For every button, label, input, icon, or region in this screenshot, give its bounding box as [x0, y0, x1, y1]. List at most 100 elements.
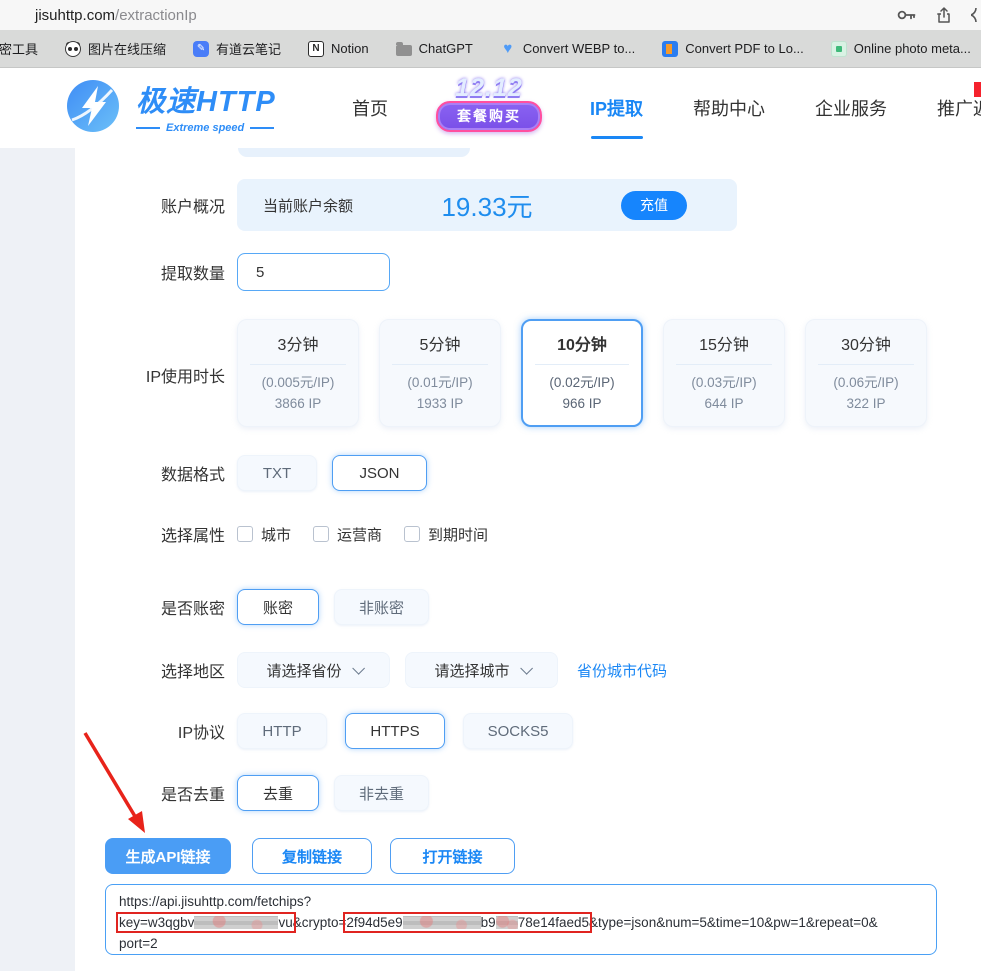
format-row: 数据格式 TXT JSON [75, 455, 981, 491]
actions-row: 生成API链接 复制链接 打开链接 [105, 838, 981, 874]
promo-label: 套餐购买 [436, 101, 542, 132]
nav-item-home[interactable]: 首页 [350, 89, 390, 127]
duration-row: IP使用时长 3分钟 (0.005元/IP) 3866 IP 5分钟 (0.01元… [75, 319, 981, 427]
extraction-form: 账户概况 当前账户余额 19.33元 充值 提取数量 IP使用时长 3分钟 (0… [75, 148, 981, 971]
protocol-row: IP协议 HTTP HTTPS SOCKS5 [75, 713, 981, 749]
bookmark-item[interactable]: ✎ 有道云笔记 [193, 39, 281, 58]
dedupe-option-off[interactable]: 非去重 [334, 775, 429, 811]
protocol-option-https[interactable]: HTTPS [345, 713, 445, 749]
attributes-label: 选择属性 [160, 528, 225, 545]
site-header: 极速HTTP Extreme speed 首页 12.12 套餐购买 IP提取 … [0, 68, 981, 148]
bookmark-item[interactable]: ♥ Convert WEBP to... [500, 41, 635, 57]
open-link-button[interactable]: 打开链接 [390, 838, 515, 874]
bookmark-label: Convert PDF to Lo... [685, 41, 804, 56]
region-code-link[interactable]: 省份城市代码 [577, 660, 667, 681]
duration-option-10min[interactable]: 10分钟 (0.02元/IP) 966 IP [521, 319, 643, 427]
photo-icon [830, 40, 847, 57]
protocol-option-socks5[interactable]: SOCKS5 [463, 713, 573, 749]
quantity-input[interactable] [237, 253, 390, 291]
bookmark-label: 图片在线压缩 [88, 42, 167, 57]
duration-option-3min[interactable]: 3分钟 (0.005元/IP) 3866 IP [237, 319, 359, 427]
redacted-mosaic [194, 915, 279, 929]
bookmark-label: 有道云笔记 [216, 42, 282, 57]
address-bar[interactable]: jisuhttp.com/extractionIp [35, 7, 197, 24]
nav-item-enterprise[interactable]: 企业服务 [813, 89, 889, 127]
youdao-pen-icon: ✎ [193, 40, 210, 57]
heart-icon: ♥ [503, 40, 513, 57]
auth-option-no-credentials[interactable]: 非账密 [334, 589, 429, 625]
password-key-icon[interactable] [897, 9, 917, 21]
quantity-row: 提取数量 [75, 253, 981, 291]
duration-option-15min[interactable]: 15分钟 (0.03元/IP) 644 IP [663, 319, 785, 427]
pdf-icon [662, 40, 679, 57]
bookmark-item[interactable]: Convert PDF to Lo... [662, 40, 804, 57]
clipped-top-element [238, 148, 470, 157]
format-label: 数据格式 [160, 467, 225, 484]
folder-icon [395, 41, 412, 56]
promo-badge[interactable]: 12.12 套餐购买 [436, 74, 542, 138]
dedupe-row: 是否去重 去重 非去重 [75, 775, 981, 811]
bookmark-item[interactable]: ChatGPT [395, 41, 473, 57]
checkbox-carrier[interactable]: 运营商 [313, 524, 382, 545]
auth-row: 是否账密 账密 非账密 [75, 589, 981, 625]
auth-label: 是否账密 [160, 601, 225, 618]
copy-link-button[interactable]: 复制链接 [252, 838, 372, 874]
bookmark-label: 加密工具 [0, 42, 39, 57]
account-row: 账户概况 当前账户余额 19.33元 充值 [75, 179, 981, 231]
url-host: jisuhttp.com [35, 6, 116, 24]
logo-text: 极速HTTP [136, 86, 276, 118]
api-url-line3: port=2 [119, 935, 158, 951]
checkbox-expiry[interactable]: 到期时间 [404, 524, 488, 545]
nav-hot-badge [974, 82, 981, 97]
api-url-line1: https://api.jisuhttp.com/fetchips? [119, 894, 312, 909]
nav-item-ip-extract[interactable]: IP提取 [588, 89, 645, 127]
region-row: 选择地区 请选择省份 请选择城市 省份城市代码 [75, 652, 981, 688]
bookmark-item[interactable]: Online photo meta... [830, 40, 971, 57]
balance-label: 当前账户余额 [263, 197, 354, 215]
url-path: /extractionIp [115, 6, 197, 24]
duration-option-30min[interactable]: 30分钟 (0.06元/IP) 322 IP [805, 319, 927, 427]
redacted-crypto-box: 2f94d5e9 b9 78e14faed5 [343, 911, 593, 933]
checkbox-box [237, 526, 253, 542]
balance-value: 19.33元 [441, 191, 533, 222]
redacted-mosaic [495, 915, 518, 929]
annotation-arrow-icon [83, 732, 145, 833]
nav-item-help-center[interactable]: 帮助中心 [691, 89, 767, 127]
duration-option-5min[interactable]: 5分钟 (0.01元/IP) 1933 IP [379, 319, 501, 427]
bookmark-item[interactable]: 图片在线压缩 [65, 39, 166, 58]
main-nav: 首页 12.12 套餐购买 IP提取 帮助中心 企业服务 推广返利 [350, 68, 981, 148]
api-url-line2: key=w3qgbv vu&crypto=2f94d5e9 b9 78e14faed5… [116, 911, 878, 933]
protocol-option-http[interactable]: HTTP [237, 713, 327, 749]
chevron-down-icon [351, 661, 365, 675]
share-icon[interactable] [937, 6, 951, 24]
bookmark-item[interactable]: N Notion [308, 40, 369, 57]
auth-option-credentials[interactable]: 账密 [237, 589, 319, 625]
lightning-logo-icon [67, 80, 119, 132]
checkbox-city[interactable]: 城市 [237, 524, 291, 545]
region-label: 选择地区 [160, 664, 225, 681]
site-logo[interactable]: 极速HTTP Extreme speed [62, 76, 276, 136]
quantity-label: 提取数量 [160, 266, 225, 283]
duration-label: IP使用时长 [145, 369, 225, 386]
promo-date: 12.12 [455, 74, 523, 102]
format-option-txt[interactable]: TXT [237, 455, 317, 491]
redacted-mosaic [402, 915, 481, 929]
api-url-output[interactable]: https://api.jisuhttp.com/fetchips? key=w… [105, 884, 937, 955]
account-label: 账户概况 [160, 199, 225, 216]
recharge-button[interactable]: 充值 [621, 190, 687, 220]
notion-icon: N [308, 40, 325, 57]
dedupe-option-on[interactable]: 去重 [237, 775, 319, 811]
panda-icon [65, 40, 82, 57]
bookmark-item[interactable]: 加密工具 [0, 39, 38, 58]
bookmark-label: Online photo meta... [853, 41, 971, 56]
chevron-down-icon [519, 661, 533, 675]
clipped-toolbar-icon[interactable] [971, 8, 979, 22]
bookmarks-bar: 加密工具 图片在线压缩 ✎ 有道云笔记 N Notion ChatGPT ♥ Conv… [0, 30, 981, 68]
bookmark-label: Convert WEBP to... [522, 41, 636, 56]
province-select[interactable]: 请选择省份 [237, 652, 390, 688]
browser-chrome: jisuhttp.com/extractionIp [0, 0, 981, 30]
account-panel: 当前账户余额 19.33元 充值 [237, 179, 737, 231]
city-select[interactable]: 请选择城市 [405, 652, 558, 688]
logo-subtitle: Extreme speed [136, 122, 276, 134]
format-option-json[interactable]: JSON [332, 455, 427, 491]
